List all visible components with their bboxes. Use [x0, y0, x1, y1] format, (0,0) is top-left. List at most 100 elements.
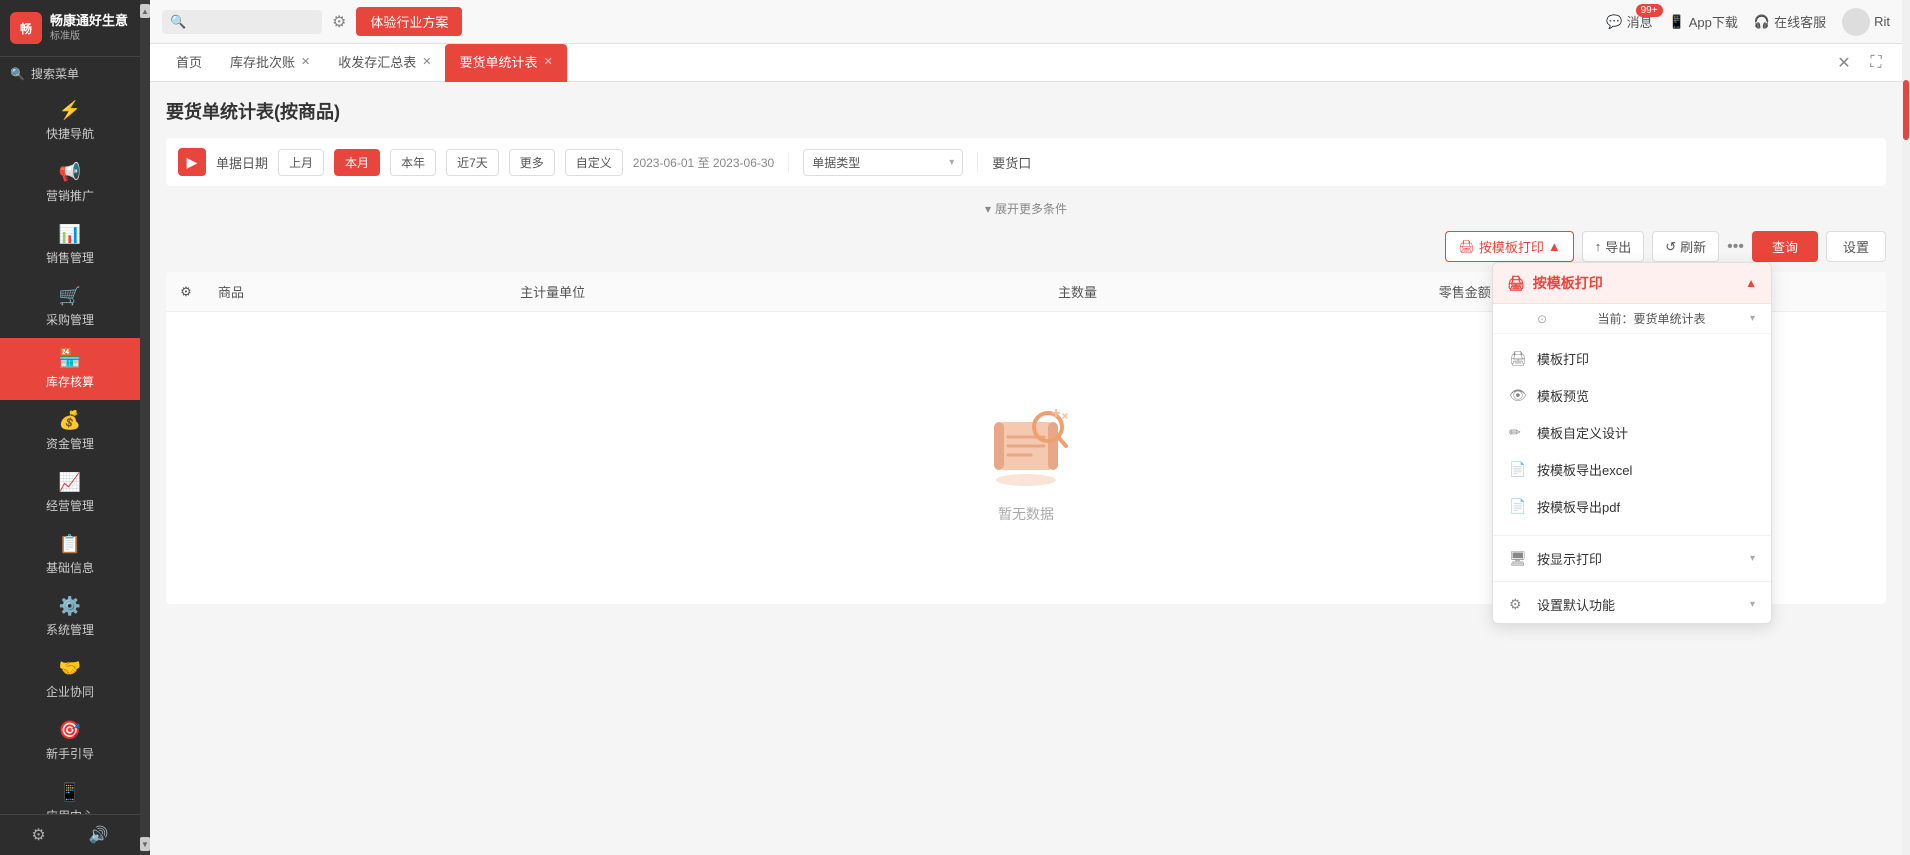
tab-home[interactable]: 首页	[162, 44, 216, 82]
sidebar-item-quick-nav[interactable]: ⚡ 快捷导航	[0, 90, 140, 152]
sidebar-item-operations[interactable]: 📈 经营管理	[0, 462, 140, 524]
expand-more-icon: ▾	[985, 202, 991, 216]
print-template-label: 按模板打印	[1479, 237, 1544, 256]
online-service-item[interactable]: 🎧 在线客服	[1754, 12, 1826, 31]
sidebar-item-purchase[interactable]: 🛒 采购管理	[0, 276, 140, 338]
expand-more-btn[interactable]: ▾ 展开更多条件	[977, 196, 1075, 221]
print-dropdown[interactable]: 🖨 按模板打印 ▲ ⊙ 当前：要货单统计表 ▾ 🖨 模板打印 👁 模板预览	[1492, 262, 1772, 624]
page-content: 要货单统计表(按商品) ▶ 单据日期 上月 本月 本年 近7天 更多 自定义 2…	[150, 82, 1902, 855]
quick-nav-icon: ⚡	[59, 100, 81, 121]
query-btn[interactable]: 查询	[1752, 231, 1818, 262]
topbar-gear-icon[interactable]: ⚙	[332, 12, 346, 32]
filter-divider-2	[977, 152, 978, 172]
template-print-item[interactable]: 🖨 模板打印	[1493, 340, 1771, 377]
action-more-icon[interactable]: •••	[1727, 238, 1744, 256]
current-template-item[interactable]: ⊙ 当前：要货单统计表 ▾	[1493, 304, 1771, 334]
sidebar-item-sales[interactable]: 📊 销售管理	[0, 214, 140, 276]
print-dropdown-header[interactable]: 🖨 按模板打印 ▲	[1493, 263, 1771, 304]
template-print-icon: 🖨	[1509, 350, 1527, 367]
sidebar-item-basic[interactable]: 📋 基础信息	[0, 524, 140, 586]
template-preview-item[interactable]: 👁 模板预览	[1493, 377, 1771, 414]
display-print-item[interactable]: 🖥 按显示打印 ▾	[1493, 540, 1771, 577]
sidebar-item-apps[interactable]: 📱 应用中心	[0, 772, 140, 814]
sound-icon[interactable]: 🔊	[89, 825, 109, 845]
template-export-excel-item[interactable]: 📄 按模板导出excel	[1493, 451, 1771, 488]
inventory-icon: 🏪	[59, 348, 81, 369]
sidebar-scrollbar: ▲ ▼	[140, 0, 150, 855]
topbar-search-box[interactable]: 🔍	[162, 10, 322, 34]
sidebar-item-system[interactable]: ⚙️ 系统管理	[0, 586, 140, 648]
order-type-select[interactable]: 单据类型 ▾	[803, 149, 963, 176]
date-last-7-days-btn[interactable]: 近7天	[446, 149, 499, 176]
print-template-icon: 🖨	[1458, 239, 1475, 255]
tab-collection-summary[interactable]: 收发存汇总表 ✕	[324, 44, 445, 82]
tab-collection-summary-label: 收发存汇总表	[338, 52, 416, 71]
sidebar: 畅 畅康通好生意 标准版 🔍 搜索菜单 ⚡ 快捷导航 📢 营销推广 📊 销售管理…	[0, 0, 140, 855]
filter-expand-icon-btn[interactable]: ▶	[178, 148, 206, 176]
col-settings-header[interactable]: ⚙	[166, 272, 206, 312]
col-qty-header: 主数量	[1046, 272, 1427, 312]
scroll-down-arrow[interactable]: ▼	[140, 837, 150, 851]
refresh-label: 刷新	[1680, 237, 1706, 256]
date-current-year-btn[interactable]: 本年	[390, 149, 436, 176]
tab-home-label: 首页	[176, 52, 202, 71]
logo-icon: 畅	[10, 12, 42, 44]
settings-icon[interactable]: ⚙	[31, 825, 45, 845]
sidebar-search-item[interactable]: 🔍 搜索菜单	[0, 57, 140, 90]
template-export-pdf-item[interactable]: 📄 按模板导出pdf	[1493, 488, 1771, 525]
dropdown-divider-1	[1493, 535, 1771, 536]
sidebar-item-guide[interactable]: 🎯 新手引导	[0, 710, 140, 772]
tab-order-stats[interactable]: 要货单统计表 ✕	[445, 44, 566, 82]
tabs-corner: ✕ ⛶	[1830, 49, 1890, 77]
export-label: 导出	[1605, 237, 1631, 256]
scroll-up-arrow[interactable]: ▲	[140, 4, 150, 18]
sales-icon: 📊	[59, 224, 81, 245]
user-avatar	[1842, 8, 1870, 36]
default-func-item[interactable]: ⚙ 设置默认功能 ▾	[1493, 586, 1771, 623]
order-type-select-label: 单据类型	[812, 154, 860, 171]
search-menu-label: 搜索菜单	[31, 65, 79, 82]
sidebar-item-finance[interactable]: 💰 资金管理	[0, 400, 140, 462]
print-template-btn[interactable]: 🖨 按模板打印 ▲	[1445, 231, 1573, 262]
online-service-label: 在线客服	[1774, 12, 1826, 31]
export-btn[interactable]: ↑ 导出	[1582, 231, 1645, 262]
tab-collection-summary-close[interactable]: ✕	[422, 55, 431, 68]
tab-order-stats-close[interactable]: ✕	[544, 55, 553, 68]
tab-batch-account[interactable]: 库存批次账 ✕	[216, 44, 324, 82]
apps-icon: 📱	[59, 782, 81, 803]
date-prev-month-btn[interactable]: 上月	[278, 149, 324, 176]
action-bar: 🖨 按模板打印 ▲ ↑ 导出 ↺ 刷新 ••• 查询 设置	[166, 231, 1886, 262]
sidebar-bottom: ⚙ 🔊	[0, 814, 140, 855]
sidebar-item-inventory[interactable]: 🏪 库存核算	[0, 338, 140, 400]
topbar: 🔍 ⚙ 体验行业方案 💬 消息 99+ 📱 App下载 🎧 在线客服 Rit	[150, 0, 1902, 44]
sidebar-item-label: 库存核算	[46, 373, 94, 390]
online-service-icon: 🎧	[1754, 14, 1770, 30]
notification-badge: 99+	[1636, 4, 1663, 17]
logo-text: 畅康通好生意 标准版	[50, 12, 128, 44]
settings-btn[interactable]: 设置	[1826, 231, 1886, 262]
date-more-btn[interactable]: 更多	[509, 149, 555, 176]
tab-batch-account-close[interactable]: ✕	[301, 55, 310, 68]
sidebar-item-label: 基础信息	[46, 559, 94, 576]
date-current-month-btn[interactable]: 本月	[334, 149, 380, 176]
dropdown-divider-2	[1493, 581, 1771, 582]
sidebar-item-cooperation[interactable]: 🤝 企业协同	[0, 648, 140, 710]
expand-more-label: 展开更多条件	[995, 200, 1067, 217]
trial-button[interactable]: 体验行业方案	[356, 7, 462, 36]
refresh-btn[interactable]: ↺ 刷新	[1652, 231, 1719, 262]
expand-more-container: ▾ 展开更多条件	[166, 196, 1886, 221]
notification-item[interactable]: 💬 消息 99+	[1606, 12, 1652, 31]
template-export-pdf-icon: 📄	[1509, 498, 1527, 515]
user-item[interactable]: Rit	[1842, 8, 1890, 36]
template-custom-design-item[interactable]: ✏ 模板自定义设计	[1493, 414, 1771, 451]
empty-illustration	[976, 392, 1076, 492]
topbar-search-input[interactable]	[190, 15, 314, 29]
right-scrollbar[interactable]	[1902, 0, 1910, 855]
app-download-item[interactable]: 📱 App下载	[1669, 12, 1738, 31]
basic-icon: 📋	[59, 534, 81, 555]
date-custom-btn[interactable]: 自定义	[565, 149, 623, 176]
sidebar-item-marketing[interactable]: 📢 营销推广	[0, 152, 140, 214]
close-window-btn[interactable]: ✕	[1830, 49, 1858, 77]
maximize-window-btn[interactable]: ⛶	[1862, 49, 1890, 77]
sidebar-nav: ⚡ 快捷导航 📢 营销推广 📊 销售管理 🛒 采购管理 🏪 库存核算 💰 资金管…	[0, 90, 140, 814]
